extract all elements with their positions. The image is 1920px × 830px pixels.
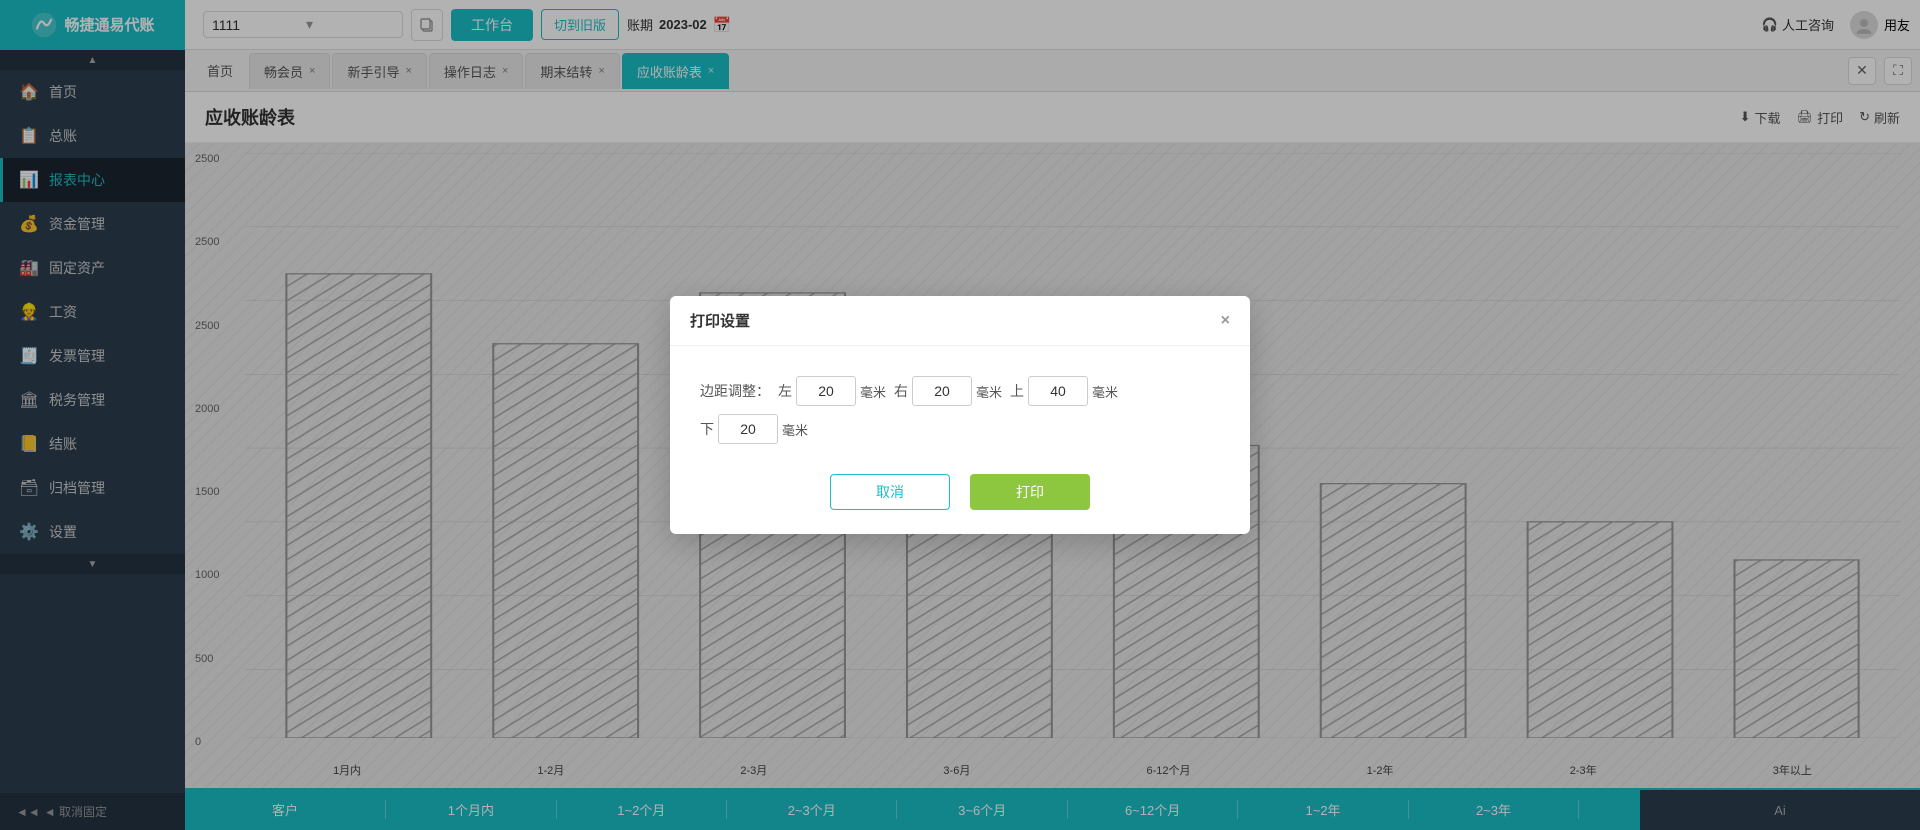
right-margin-input[interactable]: [912, 376, 972, 406]
right-margin-group: 右 毫米: [894, 376, 1002, 406]
top-margin-group: 上 毫米: [1010, 376, 1118, 406]
left-unit: 毫米: [860, 382, 886, 401]
print-settings-dialog: 打印设置 × 边距调整： 左 毫米 右 毫米 上 毫米: [670, 296, 1250, 534]
left-margin-input[interactable]: [796, 376, 856, 406]
modal-title: 打印设置: [690, 310, 750, 331]
left-label: 左: [778, 381, 792, 401]
top-label: 上: [1010, 381, 1024, 401]
cancel-button[interactable]: 取消: [830, 474, 950, 510]
bottom-margin-group: 下 毫米: [700, 414, 808, 444]
margin-settings: 边距调整： 左 毫米 右 毫米 上 毫米 下: [700, 376, 1220, 444]
modal-body: 边距调整： 左 毫米 右 毫米 上 毫米 下: [670, 346, 1250, 464]
top-margin-input[interactable]: [1028, 376, 1088, 406]
modal-overlay[interactable]: 打印设置 × 边距调整： 左 毫米 右 毫米 上 毫米: [0, 0, 1920, 830]
bottom-margin-input[interactable]: [718, 414, 778, 444]
bottom-unit: 毫米: [782, 420, 808, 439]
modal-header: 打印设置 ×: [670, 296, 1250, 346]
modal-footer: 取消 打印: [670, 464, 1250, 534]
right-unit: 毫米: [976, 382, 1002, 401]
print-confirm-button[interactable]: 打印: [970, 474, 1090, 510]
margin-label: 边距调整：: [700, 381, 770, 401]
right-label: 右: [894, 381, 908, 401]
bottom-label: 下: [700, 419, 714, 439]
left-margin-group: 左 毫米: [778, 376, 886, 406]
modal-close-button[interactable]: ×: [1221, 313, 1230, 329]
top-unit: 毫米: [1092, 382, 1118, 401]
